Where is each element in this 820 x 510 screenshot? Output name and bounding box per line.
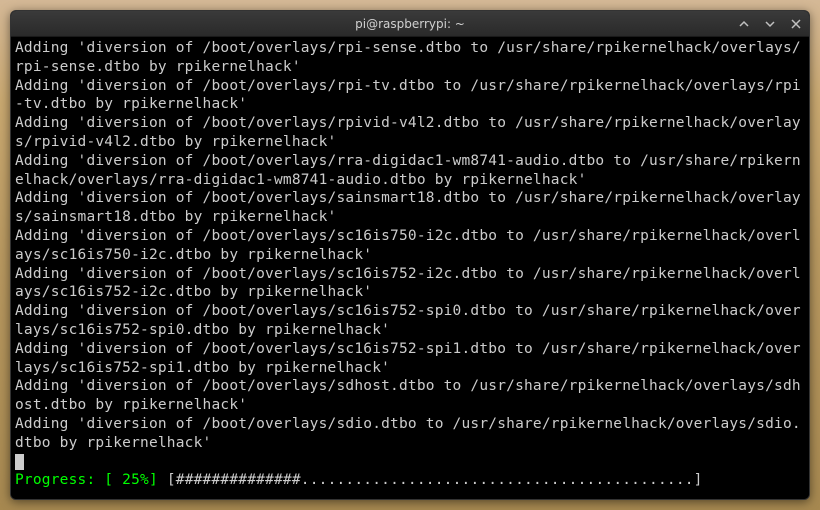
log-line: Adding 'diversion of /boot/overlays/rpiv… [15, 114, 805, 152]
minimize-icon[interactable] [737, 17, 751, 31]
log-line: Adding 'diversion of /boot/overlays/rpi-… [15, 39, 805, 77]
log-line: Adding 'diversion of /boot/overlays/sc16… [15, 227, 805, 265]
terminal-window: pi@raspberrypi: ~ Adding 'diversion of /… [10, 10, 810, 500]
window-title: pi@raspberrypi: ~ [355, 17, 465, 31]
log-line: Adding 'diversion of /boot/overlays/sdho… [15, 377, 805, 415]
window-controls [737, 11, 803, 36]
maximize-icon[interactable] [763, 17, 777, 31]
log-line: Adding 'diversion of /boot/overlays/sdio… [15, 415, 805, 453]
progress-label: Progress: [ 25%] [15, 472, 158, 488]
terminal-output[interactable]: Adding 'diversion of /boot/overlays/rpi-… [11, 37, 809, 499]
log-line: Adding 'diversion of /boot/overlays/rpi-… [15, 77, 805, 115]
log-line: Adding 'diversion of /boot/overlays/sc16… [15, 302, 805, 340]
cursor [15, 454, 24, 470]
log-line: Adding 'diversion of /boot/overlays/sain… [15, 189, 805, 227]
close-icon[interactable] [789, 17, 803, 31]
log-line: Adding 'diversion of /boot/overlays/sc16… [15, 265, 805, 303]
log-line: Adding 'diversion of /boot/overlays/rra-… [15, 152, 805, 190]
log-line: Adding 'diversion of /boot/overlays/sc16… [15, 340, 805, 378]
progress-bar: [##############.........................… [167, 472, 703, 488]
titlebar[interactable]: pi@raspberrypi: ~ [11, 11, 809, 37]
